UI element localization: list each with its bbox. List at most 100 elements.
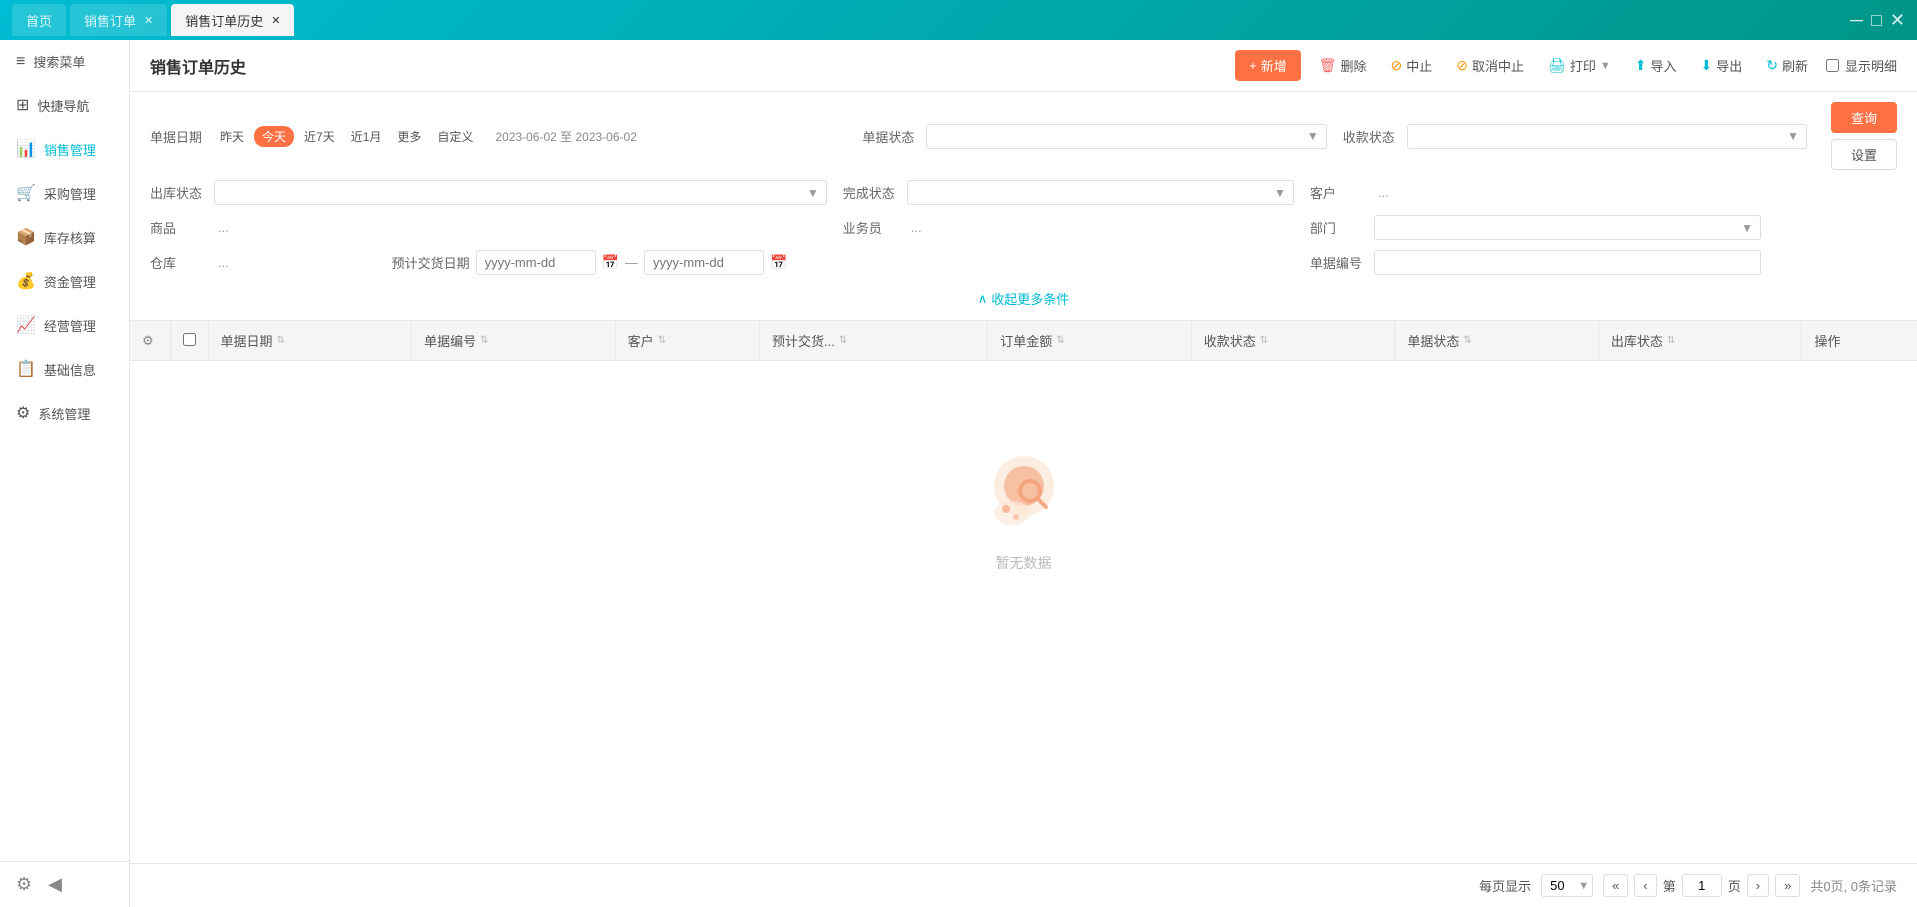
sort-order-status[interactable]: 单据状态 ⇅: [1407, 331, 1586, 350]
refresh-icon: ↻: [1766, 57, 1778, 74]
sort-date[interactable]: 单据日期 ⇅: [221, 331, 400, 350]
dept-select[interactable]: [1374, 215, 1761, 240]
sort-amount[interactable]: 订单金额 ⇅: [1000, 331, 1179, 350]
date-yesterday-btn[interactable]: 昨天: [214, 126, 250, 147]
gear-icon[interactable]: ⚙: [142, 333, 154, 348]
tab-sales-history[interactable]: 销售订单历史 ✕: [171, 4, 294, 36]
outbound-status-select[interactable]: [214, 180, 827, 205]
refresh-button[interactable]: ↻ 刷新: [1760, 52, 1814, 79]
sidebar-item-finance[interactable]: 💰 资金管理: [0, 259, 129, 303]
sort-pay-status-icon: ⇅: [1260, 335, 1268, 346]
order-no-input[interactable]: [1374, 250, 1761, 275]
stop-button[interactable]: ⊘ 中止: [1385, 52, 1439, 79]
current-page-input[interactable]: [1682, 874, 1722, 897]
close-window-icon[interactable]: ✕: [1890, 10, 1905, 31]
tab-sales-order-label: 销售订单: [84, 11, 136, 30]
export-button[interactable]: ⬇ 导出: [1694, 52, 1748, 79]
customer-input[interactable]: ...: [1374, 185, 1393, 200]
warehouse-input[interactable]: ...: [214, 255, 233, 270]
empty-area: 暂无数据: [130, 361, 1917, 653]
max-icon[interactable]: □: [1871, 10, 1882, 31]
sidebar-item-operations[interactable]: 📈 经营管理: [0, 303, 129, 347]
sort-outbound-status[interactable]: 出库状态 ⇅: [1611, 331, 1790, 350]
data-table: ⚙ 单据日期 ⇅ 单据编号: [130, 321, 1917, 653]
sidebar-item-inventory[interactable]: 📦 库存核算: [0, 215, 129, 259]
display-toggle: 显示明细: [1826, 56, 1897, 75]
print-button[interactable]: 🖨 打印 ▼: [1542, 52, 1617, 79]
tab-home[interactable]: 首页: [12, 4, 66, 36]
display-toggle-checkbox[interactable]: [1826, 59, 1839, 72]
date-more-btn[interactable]: 更多: [391, 126, 427, 147]
first-page-button[interactable]: «: [1603, 874, 1628, 897]
sidebar-settings-icon[interactable]: ⚙: [16, 874, 32, 895]
tab-sales-order-close[interactable]: ✕: [144, 14, 153, 27]
sort-expected-delivery[interactable]: 预计交货... ⇅: [772, 331, 975, 350]
date-last7-btn[interactable]: 近7天: [298, 126, 341, 147]
query-button[interactable]: 查询: [1831, 102, 1897, 133]
toolbar: + 新增 🗑 删除 ⊘ 中止 ⊘ 取消中止 🖨 打印: [1235, 50, 1897, 81]
th-order-no: 单据编号 ⇅: [412, 321, 616, 361]
pay-status-select-wrapper: ▼: [1407, 124, 1807, 149]
sort-expected-delivery-icon: ⇅: [839, 335, 847, 346]
print-icon: 🖨: [1548, 57, 1566, 74]
new-button[interactable]: + 新增: [1235, 50, 1301, 81]
select-all-checkbox[interactable]: [183, 333, 196, 346]
salesperson-input[interactable]: ...: [907, 220, 926, 235]
order-status-label: 单据状态: [862, 127, 918, 146]
next-page-button[interactable]: ›: [1747, 874, 1769, 897]
date-last1month-btn[interactable]: 近1月: [345, 126, 388, 147]
sort-customer[interactable]: 客户 ⇅: [628, 331, 747, 350]
date-today-btn[interactable]: 今天: [254, 126, 294, 147]
import-icon: ⬆: [1635, 57, 1647, 74]
export-label: 导出: [1716, 56, 1742, 75]
order-status-select[interactable]: [926, 124, 1326, 149]
last-page-button[interactable]: »: [1775, 874, 1800, 897]
pay-status-select[interactable]: [1407, 124, 1807, 149]
filter-row-1: 单据日期 昨天 今天 近7天 近1月 更多 自定义 2023-06-02 至 2…: [150, 102, 1897, 170]
collapse-more-btn[interactable]: ∧ 收起更多条件: [150, 285, 1897, 314]
page-size-wrapper: 20 50 100 ▼: [1541, 874, 1593, 897]
sidebar-item-inventory-label: 库存核算: [44, 228, 96, 247]
date-label: 单据日期: [150, 127, 206, 146]
empty-row: 暂无数据: [130, 361, 1917, 654]
cancel-stop-icon: ⊘: [1456, 57, 1468, 74]
product-label: 商品: [150, 218, 206, 237]
salesperson-label: 业务员: [843, 218, 899, 237]
tab-sales-order[interactable]: 销售订单 ✕: [70, 4, 167, 36]
window-controls: ─ □ ✕: [1850, 10, 1905, 31]
order-status-filter: 单据状态 ▼: [862, 124, 1326, 149]
sidebar-item-sys-mgmt[interactable]: ⚙ 系统管理: [0, 391, 129, 435]
prev-page-button[interactable]: ‹: [1634, 874, 1656, 897]
calendar-start-icon[interactable]: 📅: [602, 254, 619, 271]
sidebar-item-sales-mgmt[interactable]: 📊 销售管理: [0, 127, 129, 171]
setting-button[interactable]: 设置: [1831, 139, 1897, 170]
sort-order-no[interactable]: 单据编号 ⇅: [424, 331, 603, 350]
import-button[interactable]: ⬆ 导入: [1629, 52, 1683, 79]
sidebar-item-quick-nav[interactable]: ⊞ 快捷导航: [0, 83, 129, 127]
total-info: 共0页, 0条记录: [1810, 876, 1897, 895]
min-icon[interactable]: ─: [1850, 10, 1863, 31]
sidebar-collapse-icon[interactable]: ◀: [48, 874, 62, 895]
completion-status-select[interactable]: [907, 180, 1294, 205]
tab-sales-history-close[interactable]: ✕: [271, 14, 280, 27]
page-size-select[interactable]: 20 50 100: [1541, 874, 1593, 897]
cancel-stop-button[interactable]: ⊘ 取消中止: [1450, 52, 1530, 79]
calendar-end-icon[interactable]: 📅: [770, 254, 787, 271]
page-title: 销售订单历史: [150, 54, 246, 78]
product-input[interactable]: ...: [214, 220, 233, 235]
th-checkbox[interactable]: [170, 321, 208, 361]
new-icon: +: [1249, 58, 1257, 73]
outbound-status-label: 出库状态: [150, 183, 206, 202]
sidebar-item-purchase-mgmt[interactable]: 🛒 采购管理: [0, 171, 129, 215]
delivery-date-end[interactable]: [644, 250, 764, 275]
sidebar-item-basic-info[interactable]: 📋 基础信息: [0, 347, 129, 391]
date-custom-btn[interactable]: 自定义: [431, 126, 479, 147]
sidebar-item-search-menu[interactable]: ≡ 搜索菜单: [0, 40, 129, 83]
th-action: 操作: [1802, 321, 1917, 361]
sort-pay-status[interactable]: 收款状态 ⇅: [1204, 331, 1383, 350]
tab-sales-history-label: 销售订单历史: [185, 11, 263, 30]
delivery-date-start[interactable]: [476, 250, 596, 275]
th-gear[interactable]: ⚙: [130, 321, 170, 361]
th-amount: 订单金额 ⇅: [988, 321, 1192, 361]
delete-button[interactable]: 🗑 删除: [1313, 52, 1373, 79]
